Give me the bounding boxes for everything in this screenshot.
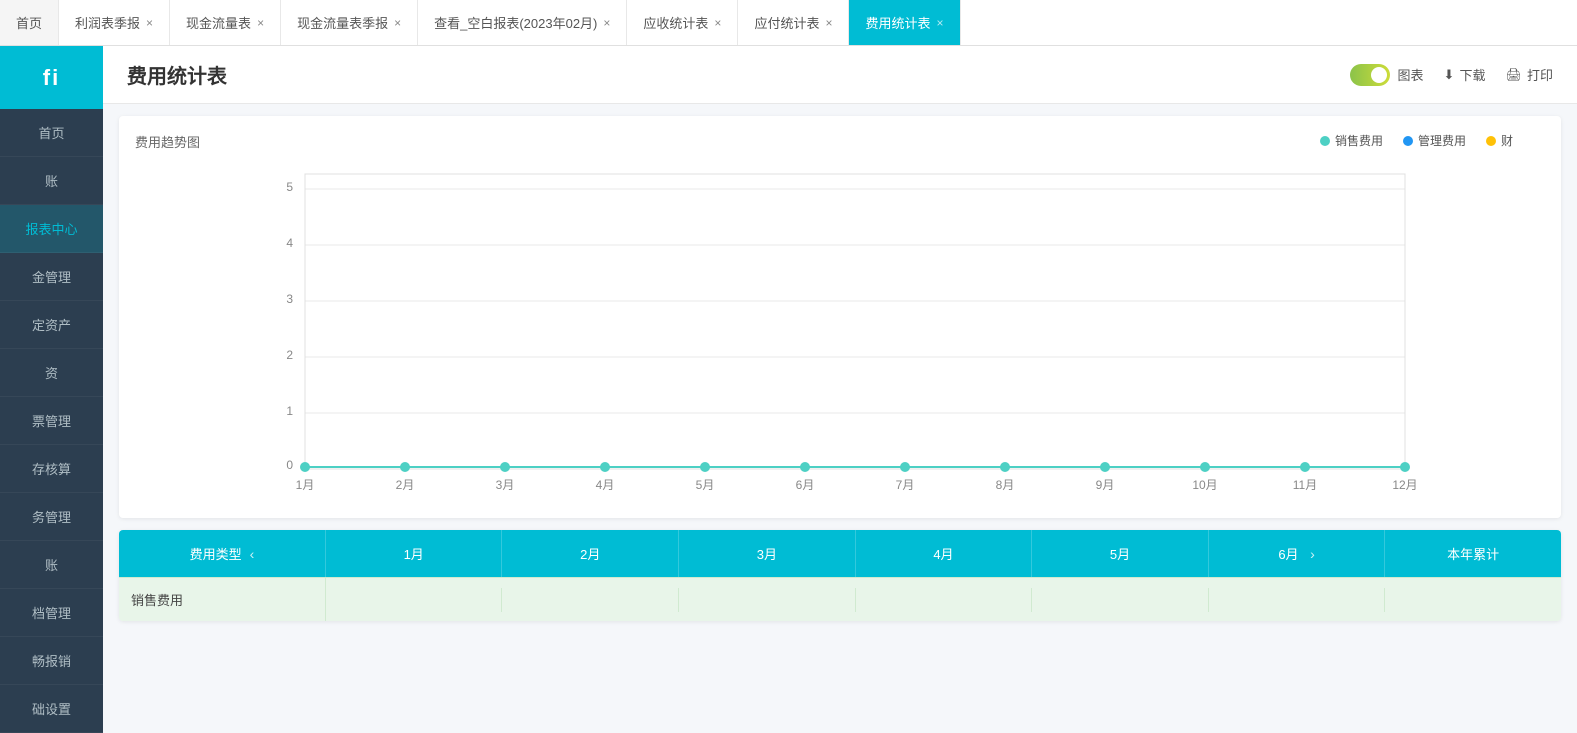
nav-prev-arrow[interactable]: ‹ xyxy=(250,546,255,562)
sidebar-item-sub-account[interactable]: 账 xyxy=(0,541,103,589)
svg-text:3月: 3月 xyxy=(496,478,515,492)
table-cell-m6 xyxy=(1209,588,1386,612)
table-section: 费用类型 ‹ 1月 2月 3月 4月 5月 xyxy=(119,530,1561,621)
svg-text:5: 5 xyxy=(286,180,293,194)
sidebar-item-report-center[interactable]: 报表中心 xyxy=(0,205,103,253)
legend-sales: 销售费用 xyxy=(1320,132,1383,149)
table-header-month-4: 4月 xyxy=(856,530,1033,577)
svg-text:10月: 10月 xyxy=(1192,478,1217,492)
svg-text:8月: 8月 xyxy=(996,478,1015,492)
table-header-total: 本年累计 xyxy=(1385,530,1561,577)
sidebar: fi 首页 账 报表中心 金管理 定资产 资 票管理 存核算 务管理 账 xyxy=(0,46,103,733)
print-icon: 🖨 xyxy=(1505,67,1522,83)
svg-text:12月: 12月 xyxy=(1392,478,1417,492)
tab-receivable[interactable]: 应收统计表 × xyxy=(627,0,738,45)
main-layout: fi 首页 账 报表中心 金管理 定资产 资 票管理 存核算 务管理 账 xyxy=(0,46,1577,733)
sidebar-item-ticket-management[interactable]: 票管理 xyxy=(0,397,103,445)
sidebar-item-file-management[interactable]: 档管理 xyxy=(0,589,103,637)
tab-home[interactable]: 首页 xyxy=(0,0,59,45)
chart-section: 费用趋势图 销售费用 管理费用 财 xyxy=(119,116,1561,518)
svg-text:1月: 1月 xyxy=(296,478,315,492)
table-header-row: 费用类型 ‹ 1月 2月 3月 4月 5月 xyxy=(119,530,1561,577)
tab-blank-report[interactable]: 查看_空白报表(2023年02月) × xyxy=(418,0,627,45)
sidebar-item-fixed-assets[interactable]: 定资产 xyxy=(0,301,103,349)
tab-expense[interactable]: 费用统计表 × xyxy=(849,0,960,45)
svg-text:0: 0 xyxy=(286,458,293,472)
table-header-month-3: 3月 xyxy=(679,530,856,577)
tab-cashflow-quarterly[interactable]: 现金流量表季报 × xyxy=(281,0,418,45)
download-icon: ⬇ xyxy=(1444,67,1455,83)
page-header: 费用统计表 图表 ⬇ 下载 🖨 打印 xyxy=(103,46,1577,104)
sidebar-item-base-settings[interactable]: 础设置 xyxy=(0,685,103,733)
logo: fi xyxy=(0,46,103,109)
header-actions: 图表 ⬇ 下载 🖨 打印 xyxy=(1350,64,1553,86)
svg-text:1: 1 xyxy=(286,404,293,418)
svg-text:11月: 11月 xyxy=(1293,478,1317,492)
svg-text:6月: 6月 xyxy=(796,478,815,492)
tab-close-receivable[interactable]: × xyxy=(714,16,721,30)
legend-dot-sales xyxy=(1320,136,1330,146)
tab-close-profit-quarterly[interactable]: × xyxy=(146,16,153,30)
sidebar-item-capital[interactable]: 资 xyxy=(0,349,103,397)
chart-toggle-group[interactable]: 图表 xyxy=(1350,64,1424,86)
legend-label-management: 管理费用 xyxy=(1418,132,1466,149)
sidebar-item-home[interactable]: 首页 xyxy=(0,109,103,157)
chart-legend: 销售费用 管理费用 财 xyxy=(1320,132,1513,149)
svg-text:2月: 2月 xyxy=(396,478,415,492)
legend-label-sales: 销售费用 xyxy=(1335,132,1383,149)
svg-text:2: 2 xyxy=(286,348,293,362)
tab-close-cashflow-quarterly[interactable]: × xyxy=(394,16,401,30)
sidebar-item-sales-return[interactable]: 畅报销 xyxy=(0,637,103,685)
sidebar-item-account[interactable]: 账 xyxy=(0,157,103,205)
sidebar-item-inventory[interactable]: 存核算 xyxy=(0,445,103,493)
table-header-month-2: 2月 xyxy=(502,530,679,577)
trend-chart: 5 4 3 2 1 0 xyxy=(135,159,1545,499)
nav-next-arrow[interactable]: › xyxy=(1310,546,1315,562)
toggle-label-text: 图表 xyxy=(1398,65,1424,84)
svg-text:7月: 7月 xyxy=(896,478,915,492)
legend-finance: 财 xyxy=(1486,132,1513,149)
sidebar-item-fund-management[interactable]: 金管理 xyxy=(0,253,103,301)
table-header-month-5: 5月 xyxy=(1032,530,1209,577)
chart-toggle[interactable] xyxy=(1350,64,1390,86)
download-button[interactable]: ⬇ 下载 xyxy=(1444,65,1486,84)
tab-payable[interactable]: 应付统计表 × xyxy=(738,0,849,45)
chart-container: 5 4 3 2 1 0 xyxy=(135,159,1545,502)
legend-management: 管理费用 xyxy=(1403,132,1466,149)
legend-dot-finance xyxy=(1486,136,1496,146)
svg-text:4月: 4月 xyxy=(596,478,615,492)
print-button[interactable]: 🖨 打印 xyxy=(1505,65,1553,84)
table-cell-total xyxy=(1385,588,1561,612)
content-area: 费用统计表 图表 ⬇ 下载 🖨 打印 费用趋势图 xyxy=(103,46,1577,733)
table-row: 销售费用 xyxy=(119,577,1561,621)
table-cell-m4 xyxy=(856,588,1033,612)
tab-close-cashflow[interactable]: × xyxy=(257,16,264,30)
tab-profit-quarterly[interactable]: 利润表季报 × xyxy=(59,0,170,45)
tab-close-expense[interactable]: × xyxy=(936,16,943,30)
table-cell-type: 销售费用 xyxy=(119,578,326,621)
table-header-month-1: 1月 xyxy=(326,530,503,577)
tab-close-payable[interactable]: × xyxy=(825,16,832,30)
table-cell-m5 xyxy=(1032,588,1209,612)
svg-text:4: 4 xyxy=(286,236,293,250)
table-header-type: 费用类型 ‹ xyxy=(119,530,326,577)
svg-text:9月: 9月 xyxy=(1096,478,1115,492)
svg-text:3: 3 xyxy=(286,292,293,306)
page-title: 费用统计表 xyxy=(127,60,227,89)
tab-bar: 首页 利润表季报 × 现金流量表 × 现金流量表季报 × 查看_空白报表(202… xyxy=(0,0,1577,46)
table-header-month-6: 6月 › xyxy=(1209,530,1386,577)
svg-text:5月: 5月 xyxy=(696,478,715,492)
legend-dot-management xyxy=(1403,136,1413,146)
table-cell-m2 xyxy=(502,588,679,612)
tab-close-blank-report[interactable]: × xyxy=(603,16,610,30)
sidebar-item-service-management[interactable]: 务管理 xyxy=(0,493,103,541)
tab-cashflow[interactable]: 现金流量表 × xyxy=(170,0,281,45)
table-cell-m3 xyxy=(679,588,856,612)
table-cell-m1 xyxy=(326,588,503,612)
legend-label-finance: 财 xyxy=(1501,132,1513,149)
